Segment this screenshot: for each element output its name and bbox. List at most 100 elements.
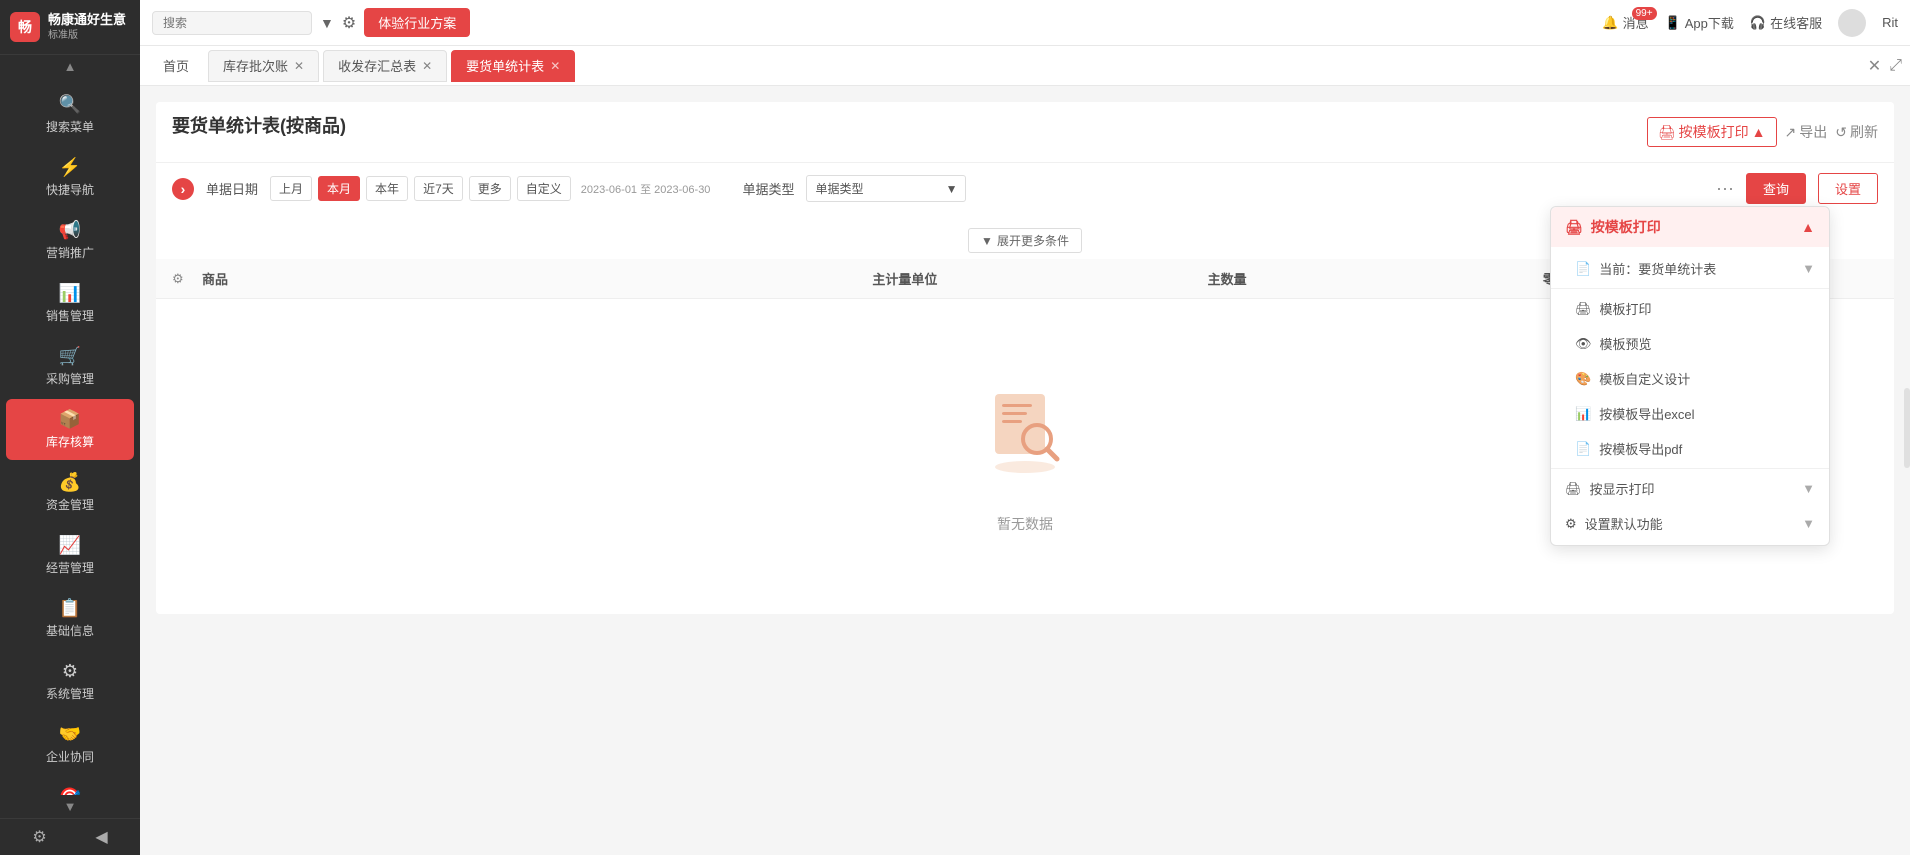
sidebar-item-sales[interactable]: 📊 销售管理 [6,273,134,334]
app-logo-text: 畅康通好生意 标准版 [48,12,126,42]
template-preview-icon: 👁 [1575,336,1592,352]
page-title: 要货单统计表(按商品) [172,112,346,138]
topbar: ▼ ⚙ 体验行业方案 🔔 消息 99+ 📱 App下载 🎧 在线客服 Rit [140,0,1910,46]
dropdown-section: 📄 当前：要货单统计表 ▼ 🖨 模板打印 👁 模板预览 [1551,247,1829,545]
sidebar-item-label: 系统管理 [46,685,94,702]
dropdown-collapse-btn[interactable]: ▲ [1801,219,1815,235]
app-logo-icon: 畅 [10,12,40,42]
current-template-arrow: ▼ [1802,261,1815,276]
date-filter-label: 单据日期 [206,179,258,198]
topbar-search-input[interactable] [152,11,312,35]
dropdown-display-print[interactable]: 🖨 按显示打印 ▼ [1551,471,1829,506]
more-options-btn[interactable]: ··· [1716,178,1734,199]
settings-footer-btn[interactable]: ⚙ [32,827,46,847]
export-btn[interactable]: ↗ 导出 [1785,122,1828,142]
inventory-icon: 📦 [59,409,81,430]
close-receipts-tab[interactable]: ✕ [422,59,432,73]
print-template-btn[interactable]: 🖨 按模板打印 ▲ [1647,117,1777,147]
sidebar-item-label: 基础信息 [46,622,94,639]
date-btn-this-month[interactable]: 本月 [318,176,360,201]
scrollbar-thumb[interactable] [1904,388,1910,468]
date-btn-more[interactable]: 更多 [469,176,511,201]
dropdown-template-preview[interactable]: 👁 模板预览 [1551,326,1829,361]
tab-stock-batch[interactable]: 库存批次账 ✕ [208,50,319,82]
dropdown-template-pdf[interactable]: 📄 按模板导出pdf [1551,431,1829,466]
sidebar-item-finance[interactable]: 💰 资金管理 [6,462,134,523]
content-area: 要货单统计表(按商品) 🖨 按模板打印 ▲ ↗ 导出 ↺ 刷新 [140,86,1910,855]
sidebar-item-label: 企业协同 [46,748,94,765]
col-settings-btn[interactable]: ⚙ [172,271,202,287]
filter-row-1: › 单据日期 上月 本月 本年 近7天 更多 自定义 2023-06-01 至 … [172,173,1878,204]
stock-batch-tab-label: 库存批次账 [223,56,288,75]
search-menu-icon: 🔍 [59,94,81,115]
tab-order-stats[interactable]: 要货单统计表 ✕ [451,50,575,82]
sidebar-item-guide[interactable]: 🎯 新手引导 [6,777,134,795]
sidebar-scroll-up[interactable]: ▲ [0,55,140,78]
tab-receipts-summary[interactable]: 收发存汇总表 ✕ [323,50,447,82]
sidebar-item-purchase[interactable]: 🛒 采购管理 [6,336,134,397]
type-select[interactable]: 单据类型 ▼ [806,175,966,202]
expand-more-btn[interactable]: ▼ 展开更多条件 [968,228,1082,253]
date-btn-custom[interactable]: 自定义 [517,176,571,201]
display-print-arrow: ▼ [1802,481,1815,496]
query-button[interactable]: 查询 [1746,173,1806,204]
home-tab-label: 首页 [163,56,189,75]
sidebar-nav: 🔍 搜索菜单 ⚡ 快捷导航 📢 营销推广 📊 销售管理 🛒 采购管理 📦 库存核… [0,78,140,795]
topbar-gear-btn[interactable]: ⚙ [342,13,356,33]
print-header-icon: 🖨 [1565,219,1583,236]
sidebar-item-system[interactable]: ⚙ 系统管理 [6,651,134,712]
print-icon: 🖨 [1658,124,1676,141]
finance-icon: 💰 [59,472,81,493]
template-print-icon: 🖨 [1575,301,1592,317]
sidebar-scroll-down[interactable]: ▼ [0,795,140,818]
refresh-btn[interactable]: ↺ 刷新 [1835,122,1878,142]
receipts-tab-label: 收发存汇总表 [338,56,416,75]
date-btn-this-year[interactable]: 本年 [366,176,408,201]
sidebar-item-inventory[interactable]: 📦 库存核算 [6,399,134,460]
settings-button[interactable]: 设置 [1818,173,1878,204]
sidebar-item-label: 采购管理 [46,370,94,387]
sidebar-item-quick-nav[interactable]: ⚡ 快捷导航 [6,147,134,208]
topbar-right: 🔔 消息 99+ 📱 App下载 🎧 在线客服 Rit [1602,9,1898,37]
system-icon: ⚙ [62,661,78,682]
download-icon: 📱 [1665,15,1681,31]
trial-button[interactable]: 体验行业方案 [364,8,470,37]
refresh-icon: ↺ [1835,124,1847,141]
collapse-footer-btn[interactable]: ◀ [95,827,107,847]
online-service-btn[interactable]: 🎧 在线客服 [1750,13,1822,32]
filter-expand-btn[interactable]: › [172,178,194,200]
maximize-btn[interactable]: ⤢ [1889,57,1902,75]
sidebar-item-operations[interactable]: 📈 经营管理 [6,525,134,586]
dropdown-template-print[interactable]: 🖨 模板打印 [1551,291,1829,326]
close-all-tabs-btn[interactable]: ✕ [1868,56,1881,76]
dropdown-current-template[interactable]: 📄 当前：要货单统计表 ▼ [1551,251,1829,286]
template-pdf-icon: 📄 [1575,441,1591,457]
empty-svg [975,379,1075,479]
enterprise-icon: 🤝 [59,724,81,745]
sidebar-item-marketing[interactable]: 📢 营销推广 [6,210,134,271]
type-filter-label: 单据类型 [742,179,794,198]
export-icon: ↗ [1785,124,1797,141]
order-stats-tab-label: 要货单统计表 [466,56,544,75]
select-arrow-icon: ▼ [946,182,958,196]
date-btn-7days[interactable]: 近7天 [414,176,463,201]
dropdown-default-func[interactable]: ⚙ 设置默认功能 ▼ [1551,506,1829,541]
dropdown-header[interactable]: 🖨 按模板打印 ▲ [1551,207,1829,247]
sidebar-logo: 畅 畅康通好生意 标准版 [0,0,140,55]
dropdown-template-excel[interactable]: 📊 按模板导出excel [1551,396,1829,431]
sidebar-footer: ⚙ ◀ [0,818,140,855]
close-stock-batch-tab[interactable]: ✕ [294,59,304,73]
notification-btn[interactable]: 🔔 消息 99+ [1602,13,1648,32]
user-avatar[interactable] [1838,9,1866,37]
dropdown-template-design[interactable]: 🎨 模板自定义设计 [1551,361,1829,396]
date-btn-last-month[interactable]: 上月 [270,176,312,201]
app-download-btn[interactable]: 📱 App下载 [1665,13,1734,32]
sidebar-item-search[interactable]: 🔍 搜索菜单 [6,84,134,145]
sidebar-item-enterprise[interactable]: 🤝 企业协同 [6,714,134,775]
sidebar-item-basic-info[interactable]: 📋 基础信息 [6,588,134,649]
divider-1 [1551,288,1829,289]
close-order-stats-tab[interactable]: ✕ [550,59,560,73]
print-dropdown-arrow: ▲ [1752,124,1766,140]
topbar-dropdown-btn[interactable]: ▼ [320,15,334,31]
tab-home[interactable]: 首页 [148,50,204,82]
